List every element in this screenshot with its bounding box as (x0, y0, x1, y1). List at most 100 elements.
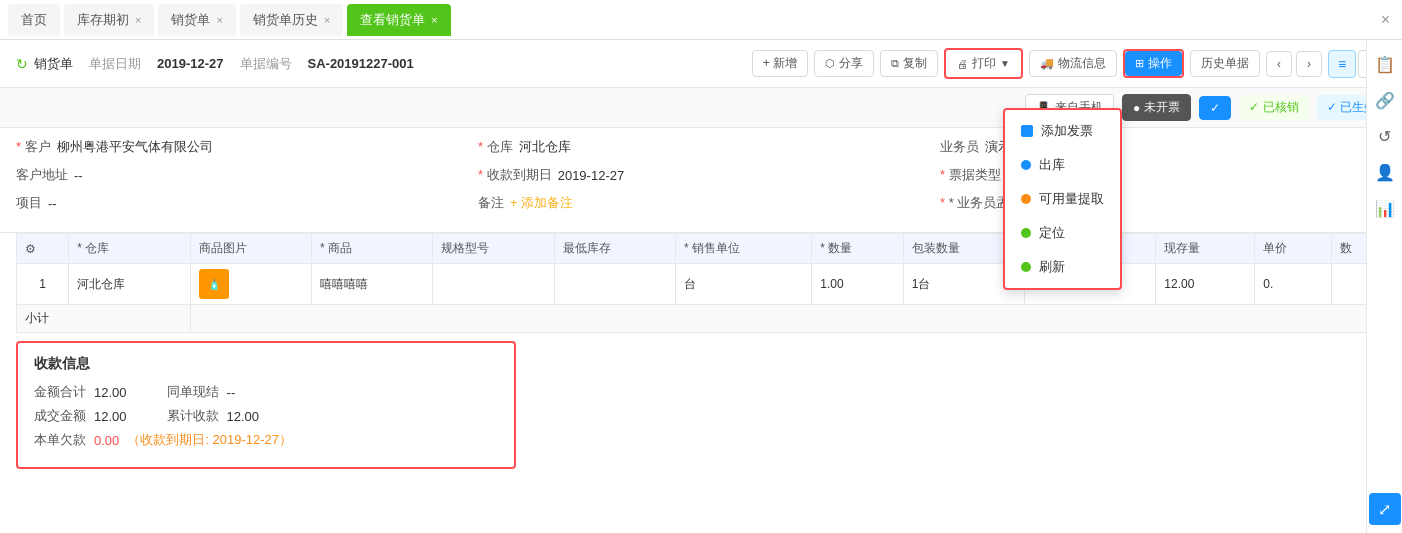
tab-check-sales[interactable]: 查看销货单 × (347, 4, 450, 36)
cumulative-value: 12.00 (227, 409, 260, 424)
sidebar-user-icon[interactable]: 👤 (1369, 156, 1401, 188)
transaction-value: 12.00 (94, 409, 127, 424)
payment-title: 收款信息 (34, 355, 498, 373)
confirm-icon: ✓ (1210, 101, 1220, 115)
sidebar-expand-icon[interactable]: ⤢ (1369, 493, 1401, 525)
tab-close-check[interactable]: × (431, 14, 437, 26)
print-dropdown-icon: ▼ (1000, 58, 1010, 69)
th-qty: * 数量 (812, 234, 903, 264)
salesperson-label: 业务员 (940, 138, 979, 156)
effective-icon: ✓ (1327, 100, 1337, 114)
addr-value: -- (74, 168, 83, 183)
right-sidebar: 📋 🔗 ↺ 👤 📊 ⤢ (1366, 40, 1402, 533)
doc-title: ↻ 销货单 (16, 55, 73, 73)
tab-inventory-init[interactable]: 库存期初 × (64, 4, 154, 36)
invoice-icon (1021, 125, 1033, 137)
same-order-label: 同单现结 (167, 383, 219, 401)
window-close-button[interactable]: × (1377, 7, 1394, 33)
date-value: 2019-12-27 (157, 56, 224, 71)
th-warehouse: * 仓库 (69, 234, 190, 264)
note-label: 备注 (478, 194, 504, 212)
payment-date-value: 2019-12-27 (558, 168, 625, 183)
customer-label: 客户 (16, 138, 51, 156)
customer-field: 客户 柳州粤港平安气体有限公司 (16, 138, 462, 156)
sidebar-copy-icon[interactable]: 📋 (1369, 48, 1401, 80)
row-stock: 12.00 (1156, 264, 1255, 305)
dropdown-available-qty[interactable]: 可用量提取 (1005, 182, 1120, 216)
ticket-type-label: 票据类型 (940, 166, 1001, 184)
dropdown-locate[interactable]: 定位 (1005, 216, 1120, 250)
project-value: -- (48, 196, 57, 211)
next-button[interactable]: › (1296, 51, 1322, 77)
tab-home[interactable]: 首页 (8, 4, 60, 36)
tab-sales-order[interactable]: 销货单 × (158, 4, 235, 36)
same-order-value: -- (227, 385, 236, 400)
subtotal-row: 小计 (17, 305, 1386, 333)
row-qty: 1.00 (812, 264, 903, 305)
warehouse-value: 河北仓库 (519, 138, 571, 156)
history-button[interactable]: 历史单据 (1190, 50, 1260, 77)
refresh-label: 刷新 (1039, 258, 1065, 276)
operate-button[interactable]: ⊞ 操作 (1125, 51, 1182, 76)
locate-label: 定位 (1039, 224, 1065, 242)
balance-item: 本单欠款 0.00 （收款到期日: 2019-12-27） (34, 431, 292, 449)
copy-button[interactable]: ⧉ 复制 (880, 50, 938, 77)
sidebar-chart-icon[interactable]: 📊 (1369, 192, 1401, 224)
sidebar-refresh-icon[interactable]: ↺ (1369, 120, 1401, 152)
tab-bar: 首页 库存期初 × 销货单 × 销货单历史 × 查看销货单 × × (0, 0, 1402, 40)
subtotal-values (190, 305, 1385, 333)
available-qty-dot (1021, 194, 1031, 204)
logistics-button[interactable]: 🚚 物流信息 (1029, 50, 1117, 77)
share-button[interactable]: ⬡ 分享 (814, 50, 874, 77)
new-button[interactable]: + 新增 (752, 50, 808, 77)
data-table: ⚙ * 仓库 商品图片 * 商品 规格型号 最低库存 * 销售单位 * 数量 包… (16, 233, 1386, 333)
th-unit: * 销售单位 (675, 234, 811, 264)
view-list-button[interactable]: ≡ (1328, 50, 1356, 78)
th-spec: 规格型号 (433, 234, 554, 264)
tab-sales-history[interactable]: 销货单历史 × (240, 4, 343, 36)
no-label: 单据编号 (240, 55, 292, 73)
doc-title-text: 销货单 (34, 55, 73, 73)
operate-highlight: ⊞ 操作 (1123, 49, 1184, 78)
confirm-button[interactable]: ✓ (1199, 96, 1231, 120)
customer-value: 柳州粤港平安气体有限公司 (57, 138, 213, 156)
dropdown-refresh[interactable]: 刷新 (1005, 250, 1120, 284)
tab-close-history[interactable]: × (324, 14, 330, 26)
sidebar-link-icon[interactable]: 🔗 (1369, 84, 1401, 116)
tab-close-inventory[interactable]: × (135, 14, 141, 26)
warehouse-field: 仓库 河北仓库 (478, 138, 924, 156)
payment-row-3: 本单欠款 0.00 （收款到期日: 2019-12-27） (34, 431, 498, 449)
dropdown-add-invoice[interactable]: 添加发票 (1005, 114, 1120, 148)
content-area: ↻ 销货单 单据日期 2019-12-27 单据编号 SA-20191227-0… (0, 40, 1402, 533)
payment-section: 收款信息 金额合计 12.00 同单现结 -- 成交金额 12.00 累计收款 (16, 341, 516, 469)
balance-note: （收款到期日: 2019-12-27） (127, 431, 292, 449)
warehouse-label: 仓库 (478, 138, 513, 156)
th-product: * 商品 (311, 234, 432, 264)
product-image: 🧴 (199, 269, 229, 299)
amount-total-item: 金额合计 12.00 (34, 383, 127, 401)
tab-close-sales[interactable]: × (216, 14, 222, 26)
share-icon: ⬡ (825, 57, 835, 70)
row-unit: 台 (675, 264, 811, 305)
add-note-button[interactable]: + 添加备注 (510, 194, 573, 212)
note-field: 备注 + 添加备注 (478, 194, 924, 212)
print-icon: 🖨 (957, 58, 968, 70)
ticket-icon: ● (1133, 101, 1140, 115)
dropdown-outbound[interactable]: 出库 (1005, 148, 1120, 182)
not-open-button[interactable]: ● 未开票 (1122, 94, 1191, 121)
balance-label: 本单欠款 (34, 431, 86, 449)
form-row-2: 客户地址 -- 收款到期日 2019-12-27 票据类型 不开票 (16, 166, 1386, 184)
prev-button[interactable]: ‹ (1266, 51, 1292, 77)
balance-value: 0.00 (94, 433, 119, 448)
row-index: 1 (17, 264, 69, 305)
add-invoice-label: 添加发票 (1041, 122, 1093, 140)
doc-actions: + 新增 ⬡ 分享 ⧉ 复制 🖨 打印 ▼ (752, 48, 1386, 79)
form-row-1: 客户 柳州粤港平安气体有限公司 仓库 河北仓库 业务员 演示账号 (16, 138, 1386, 156)
cancelled-status: ✓ 已核销 (1239, 95, 1308, 120)
addr-field: 客户地址 -- (16, 166, 462, 184)
row-image: 🧴 (190, 264, 311, 305)
project-label: 项目 (16, 194, 42, 212)
transaction-label: 成交金额 (34, 407, 86, 425)
refresh-dot (1021, 262, 1031, 272)
print-button[interactable]: 🖨 打印 ▼ (947, 51, 1020, 76)
